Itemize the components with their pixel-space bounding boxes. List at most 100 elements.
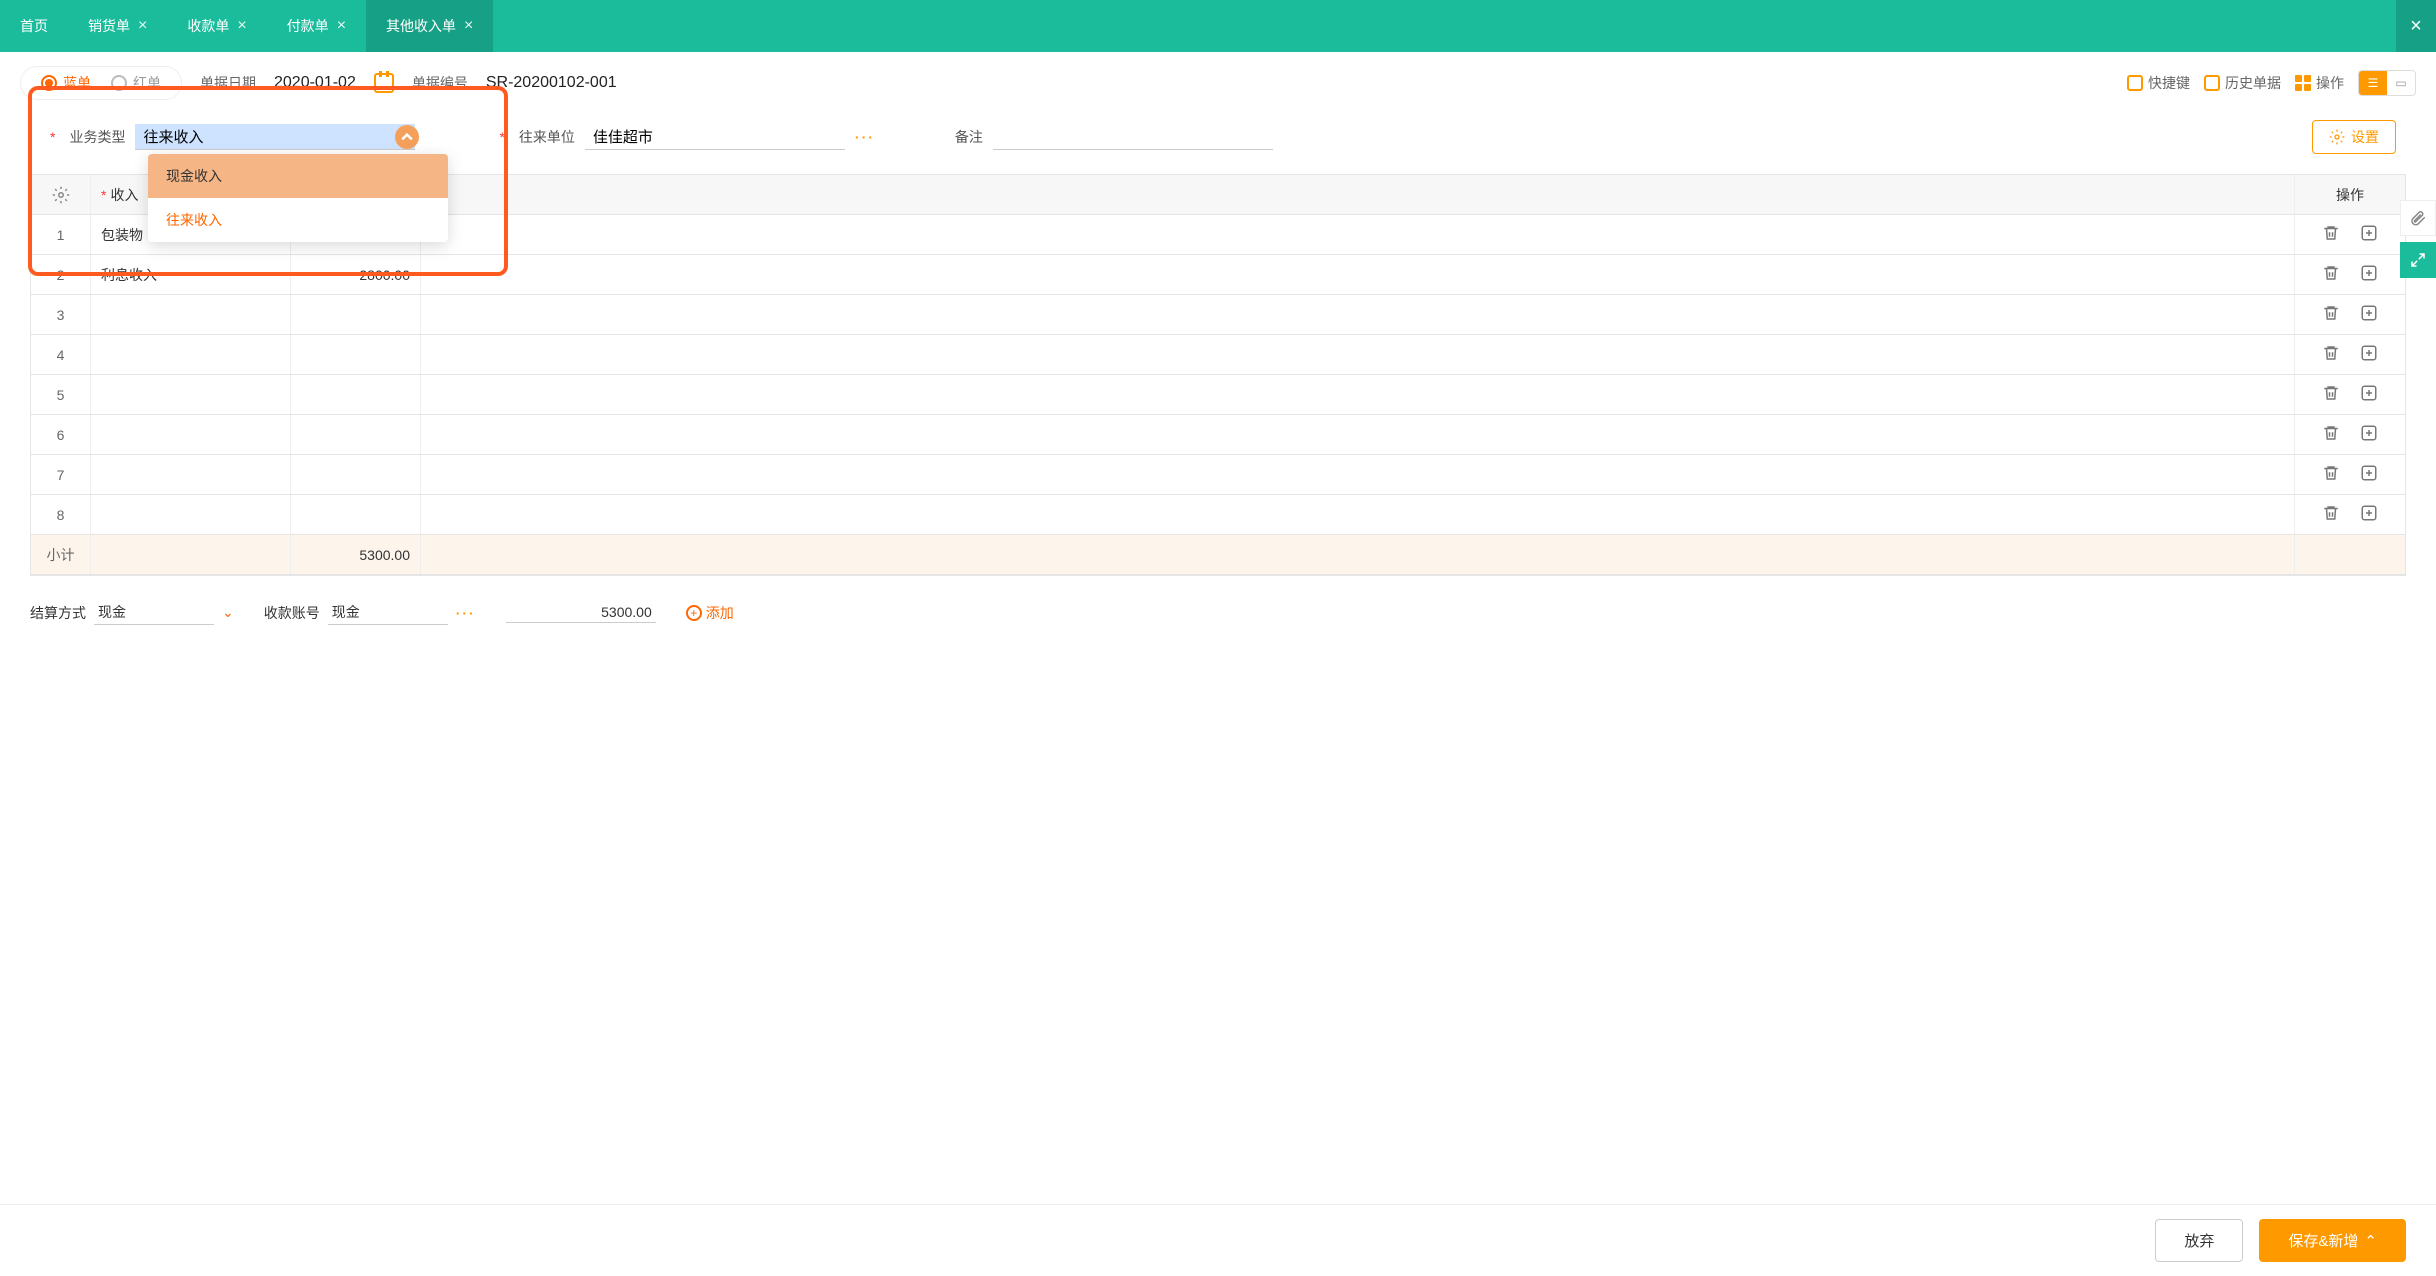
more-icon[interactable]: ···: [855, 129, 875, 145]
tab-sales[interactable]: 销货单×: [68, 0, 167, 52]
settle-method-field[interactable]: 结算方式 现金 ⌄: [30, 600, 234, 625]
account-label: 收款账号: [264, 603, 320, 623]
operation-link[interactable]: 操作: [2295, 73, 2344, 93]
close-icon[interactable]: ×: [237, 17, 246, 35]
account-value[interactable]: 现金: [328, 600, 448, 625]
cancel-button[interactable]: 放弃: [2155, 1219, 2243, 1262]
tab-bar: 首页 销货单× 收款单× 付款单× 其他收入单× ×: [0, 0, 2436, 52]
add-row-icon[interactable]: [2360, 504, 2378, 525]
settings-button[interactable]: 设置: [2312, 120, 2396, 154]
attachment-icon[interactable]: [2400, 200, 2436, 236]
row-amount[interactable]: 2800.00: [291, 255, 421, 294]
date-label: 单据日期: [200, 73, 256, 93]
row-remark[interactable]: [421, 455, 2295, 494]
row-name[interactable]: [91, 455, 291, 494]
more-icon[interactable]: ···: [456, 605, 476, 621]
row-index: 8: [31, 495, 91, 534]
dropdown-option[interactable]: 往来收入: [148, 198, 448, 242]
row-remark[interactable]: [421, 255, 2295, 294]
row-index: 2: [31, 255, 91, 294]
tab-payment[interactable]: 付款单×: [267, 0, 366, 52]
table-row[interactable]: 8: [31, 495, 2405, 535]
add-row-icon[interactable]: [2360, 344, 2378, 365]
row-amount[interactable]: [291, 455, 421, 494]
biz-type-label: 业务类型: [69, 127, 125, 147]
row-name[interactable]: [91, 295, 291, 334]
row-remark[interactable]: [421, 495, 2295, 534]
view-list-button[interactable]: ☰: [2359, 71, 2387, 95]
delete-row-icon[interactable]: [2322, 424, 2340, 445]
tab-other-income[interactable]: 其他收入单×: [366, 0, 493, 52]
subtotal-amount: 5300.00: [291, 535, 421, 574]
row-name[interactable]: [91, 335, 291, 374]
row-amount[interactable]: [291, 335, 421, 374]
row-name[interactable]: [91, 415, 291, 454]
amount-field[interactable]: 5300.00: [506, 602, 656, 623]
account-field[interactable]: 收款账号 现金 ···: [264, 600, 476, 625]
biz-type-field: * 业务类型: [50, 124, 419, 150]
row-remark[interactable]: [421, 215, 2295, 254]
remark-input[interactable]: [993, 124, 1273, 150]
row-remark[interactable]: [421, 375, 2295, 414]
delete-row-icon[interactable]: [2322, 464, 2340, 485]
row-remark[interactable]: [421, 295, 2295, 334]
close-icon[interactable]: ×: [464, 17, 473, 35]
tab-home[interactable]: 首页: [0, 0, 68, 52]
payment-amount[interactable]: 5300.00: [506, 602, 656, 623]
add-row-icon[interactable]: [2360, 224, 2378, 245]
close-icon[interactable]: ×: [138, 17, 147, 35]
row-name[interactable]: [91, 375, 291, 414]
chevron-up-icon[interactable]: [395, 125, 419, 149]
delete-row-icon[interactable]: [2322, 304, 2340, 325]
payment-row: 结算方式 现金 ⌄ 收款账号 现金 ··· 5300.00 + 添加: [0, 576, 2436, 649]
biz-type-input[interactable]: [135, 124, 415, 150]
view-grid-button[interactable]: ▭: [2387, 71, 2415, 95]
row-amount[interactable]: [291, 375, 421, 414]
table-row[interactable]: 7: [31, 455, 2405, 495]
row-amount[interactable]: [291, 295, 421, 334]
add-row-icon[interactable]: [2360, 304, 2378, 325]
add-payment-button[interactable]: + 添加: [686, 603, 734, 623]
remark-field: 备注: [955, 124, 1273, 150]
hotkey-link[interactable]: 快捷键: [2127, 73, 2190, 93]
add-row-icon[interactable]: [2360, 264, 2378, 285]
radio-red-bill[interactable]: 红单: [111, 73, 161, 93]
table-row[interactable]: 5: [31, 375, 2405, 415]
delete-row-icon[interactable]: [2322, 264, 2340, 285]
history-link[interactable]: 历史单据: [2204, 73, 2281, 93]
settle-method-value[interactable]: 现金: [94, 600, 214, 625]
delete-row-icon[interactable]: [2322, 504, 2340, 525]
close-icon[interactable]: ×: [337, 17, 346, 35]
add-row-icon[interactable]: [2360, 384, 2378, 405]
close-all-icon[interactable]: ×: [2396, 0, 2436, 52]
row-remark[interactable]: [421, 335, 2295, 374]
gear-icon: [52, 186, 70, 204]
row-amount[interactable]: [291, 415, 421, 454]
date-value[interactable]: 2020-01-02: [274, 74, 356, 92]
tab-receipt[interactable]: 收款单×: [167, 0, 266, 52]
delete-row-icon[interactable]: [2322, 384, 2340, 405]
chevron-down-icon[interactable]: ⌄: [222, 604, 234, 621]
dropdown-option[interactable]: 现金收入: [148, 154, 448, 198]
table-row[interactable]: 2利息收入2800.00: [31, 255, 2405, 295]
radio-blue-bill[interactable]: 蓝单: [41, 73, 91, 93]
table-row[interactable]: 6: [31, 415, 2405, 455]
party-input[interactable]: [585, 124, 845, 150]
row-index: 7: [31, 455, 91, 494]
subtotal-row: 小计 5300.00: [31, 535, 2405, 575]
delete-row-icon[interactable]: [2322, 344, 2340, 365]
add-row-icon[interactable]: [2360, 464, 2378, 485]
table-row[interactable]: 4: [31, 335, 2405, 375]
save-add-button[interactable]: 保存&新增 ⌃: [2259, 1219, 2406, 1262]
row-name[interactable]: 利息收入: [91, 255, 291, 294]
row-remark[interactable]: [421, 415, 2295, 454]
calendar-icon[interactable]: [374, 73, 394, 93]
gear-header[interactable]: [31, 175, 91, 214]
row-name[interactable]: [91, 495, 291, 534]
table-row[interactable]: 3: [31, 295, 2405, 335]
delete-row-icon[interactable]: [2322, 224, 2340, 245]
add-row-icon[interactable]: [2360, 424, 2378, 445]
row-actions: [2295, 255, 2405, 294]
row-amount[interactable]: [291, 495, 421, 534]
expand-icon[interactable]: [2400, 242, 2436, 278]
